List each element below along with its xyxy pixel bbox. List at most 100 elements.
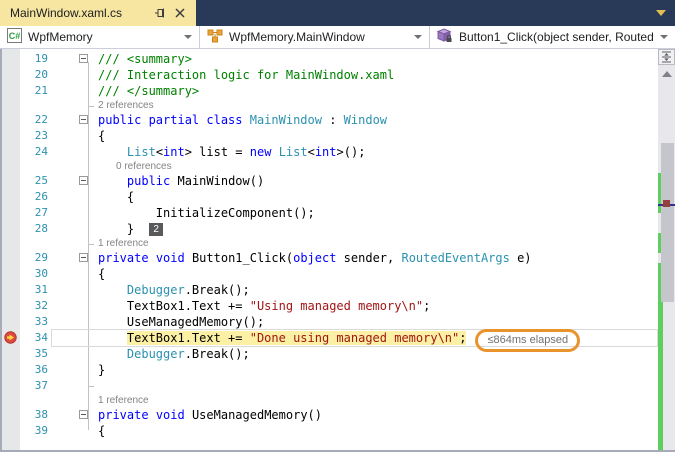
breakpoint-gutter[interactable]	[2, 250, 20, 266]
line-number	[20, 237, 48, 250]
outline-margin	[48, 423, 98, 439]
outline-margin	[48, 99, 98, 112]
codelens-row[interactable]: 1 reference	[2, 394, 675, 407]
code-line[interactable]: 26 {	[2, 189, 675, 205]
project-dropdown[interactable]: C# WpfMemory	[0, 26, 200, 48]
breakpoint-gutter[interactable]	[2, 51, 20, 67]
breakpoint-current-statement-icon	[4, 331, 17, 344]
collapse-toggle-icon[interactable]	[79, 410, 88, 419]
code-line[interactable]: 34 TextBox1.Text += "Done using managed …	[2, 329, 675, 352]
collapse-toggle-icon[interactable]	[79, 115, 88, 124]
breakpoint-gutter[interactable]	[2, 221, 20, 237]
code-line[interactable]: 32 TextBox1.Text += "Using managed memor…	[2, 298, 675, 314]
code-text: {	[98, 190, 135, 204]
split-editor-handle[interactable]	[658, 49, 675, 65]
collapse-toggle-icon[interactable]	[79, 176, 88, 185]
outline-margin	[48, 128, 98, 144]
code-line[interactable]: 36}	[2, 362, 675, 378]
code-line[interactable]: 39 {	[2, 423, 675, 439]
scroll-up-icon[interactable]	[662, 71, 672, 77]
breakpoint-gutter[interactable]	[2, 237, 20, 250]
breakpoint-gutter[interactable]	[2, 266, 20, 282]
breakpoint-gutter[interactable]	[2, 362, 20, 378]
breakpoint-gutter[interactable]	[2, 83, 20, 99]
code-line[interactable]: 31 Debugger.Break();	[2, 282, 675, 298]
breakpoint-gutter[interactable]	[2, 67, 20, 83]
line-number: 28	[34, 222, 48, 235]
breakpoint-gutter[interactable]	[2, 282, 20, 298]
collapse-toggle-icon[interactable]	[79, 253, 88, 262]
line-number	[20, 394, 48, 407]
breakpoint-gutter[interactable]	[2, 144, 20, 160]
line-number: 37	[34, 379, 48, 392]
code-line[interactable]: 30 {	[2, 266, 675, 282]
csharp-project-icon: C#	[7, 28, 22, 46]
breakpoint-gutter[interactable]	[2, 330, 20, 346]
scrollbar-thumb[interactable]	[661, 143, 674, 302]
tab-list-dropdown-icon[interactable]	[656, 10, 666, 16]
breakpoint-gutter[interactable]	[2, 314, 20, 330]
svg-text:C#: C#	[9, 31, 21, 41]
code-text: {	[98, 129, 106, 143]
outline-margin	[48, 160, 98, 173]
code-line[interactable]: 38 private void UseManagedMemory()	[2, 407, 675, 423]
codelens-label: 1 reference	[98, 395, 149, 406]
code-text: } 2	[98, 221, 675, 237]
code-text: /// <summary>	[98, 52, 192, 66]
outline-margin	[48, 221, 98, 237]
line-number: 20	[34, 68, 48, 81]
breakpoint-gutter[interactable]	[2, 189, 20, 205]
pin-icon[interactable]	[152, 5, 168, 21]
code-text: TextBox1.Text += "Done using managed mem…	[98, 329, 675, 352]
code-line[interactable]: 19 /// <summary>	[2, 51, 675, 67]
code-line[interactable]: 20 /// Interaction logic for MainWindow.x…	[2, 67, 675, 83]
codelens-row[interactable]: 1 reference	[2, 237, 675, 250]
vertical-scrollbar[interactable]	[658, 49, 675, 450]
outline-tick	[88, 386, 94, 387]
outline-margin	[48, 189, 98, 205]
member-dropdown-label: Button1_Click(object sender, Routed...	[459, 30, 654, 44]
breakpoint-gutter[interactable]	[2, 205, 20, 221]
line-number: 32	[34, 299, 48, 312]
type-dropdown[interactable]: WpfMemory.MainWindow	[200, 26, 430, 48]
code-editor[interactable]: 19 /// <summary> 20 /// Interaction logic f…	[0, 49, 675, 450]
code-line[interactable]: 23 {	[2, 128, 675, 144]
breakpoint-gutter[interactable]	[2, 298, 20, 314]
member-dropdown[interactable]: Button1_Click(object sender, Routed...	[430, 26, 675, 48]
code-line[interactable]: 28 } 2	[2, 221, 675, 237]
outline-margin	[48, 173, 98, 189]
code-line[interactable]: 35 Debugger.Break();	[2, 346, 675, 362]
code-line[interactable]: 33 UseManagedMemory();	[2, 314, 675, 330]
codelens-label: 2 references	[98, 100, 154, 111]
code-line[interactable]: 27 InitializeComponent();	[2, 205, 675, 221]
tab-mainwindow-xaml-cs[interactable]: MainWindow.xaml.cs	[0, 0, 196, 26]
close-icon[interactable]	[172, 5, 188, 21]
line-number: 26	[34, 190, 48, 203]
split-icon	[662, 51, 671, 63]
breakpoint-gutter[interactable]	[2, 394, 20, 407]
breakpoint-gutter[interactable]	[2, 346, 20, 362]
code-text: /// Interaction logic for MainWindow.xam…	[98, 68, 395, 82]
codelens-label: 1 reference	[98, 238, 149, 249]
code-line[interactable]: 22 public partial class MainWindow : Wind…	[2, 112, 675, 128]
class-icon	[207, 29, 223, 46]
line-number: 27	[34, 206, 48, 219]
breakpoint-gutter[interactable]	[2, 423, 20, 439]
code-line[interactable]: 21 /// </summary>	[2, 83, 675, 99]
codelens-row[interactable]: 0 references	[2, 160, 675, 173]
code-line[interactable]: 24 List<int> list = new List<int>();	[2, 144, 675, 160]
code-line[interactable]: 37	[2, 378, 675, 394]
breakpoint-gutter[interactable]	[2, 128, 20, 144]
breakpoint-gutter[interactable]	[2, 173, 20, 189]
codelens-row[interactable]: 2 references	[2, 99, 675, 112]
breakpoint-gutter[interactable]	[2, 160, 20, 173]
codelens-label: 0 references	[116, 161, 172, 172]
breakpoint-gutter[interactable]	[2, 378, 20, 394]
collapse-toggle-icon[interactable]	[79, 54, 88, 63]
breakpoint-gutter[interactable]	[2, 112, 20, 128]
breakpoint-gutter[interactable]	[2, 407, 20, 423]
code-text: }	[98, 363, 106, 377]
code-line[interactable]: 25 public MainWindow()	[2, 173, 675, 189]
code-line[interactable]: 29 private void Button1_Click(object send…	[2, 250, 675, 266]
breakpoint-gutter[interactable]	[2, 99, 20, 112]
